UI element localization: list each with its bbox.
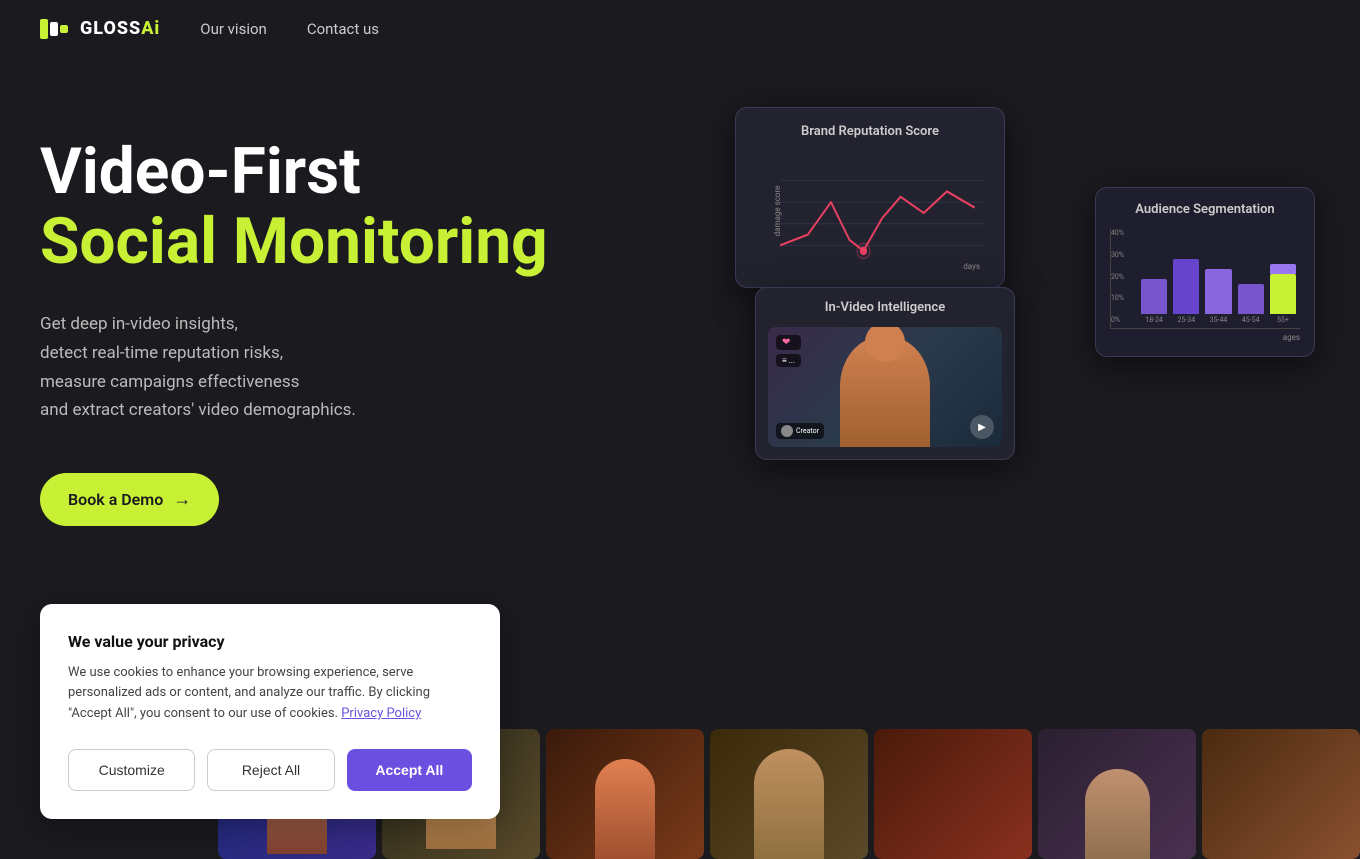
ages-label: ages: [1110, 333, 1300, 342]
hero-text: Video-First Social Monitoring Get deep i…: [40, 117, 600, 577]
arrow-icon: →: [173, 489, 191, 510]
hero-section: Video-First Social Monitoring Get deep i…: [0, 57, 1360, 617]
video-heart-tag: ❤: [776, 335, 801, 350]
play-icon: ▶: [978, 422, 986, 433]
video-text-tag: ≡ ...: [776, 354, 801, 367]
bar-25-34: 25-34: [1173, 259, 1199, 324]
thumbnail-5[interactable]: [874, 729, 1032, 859]
thumbnail-7[interactable]: [1202, 729, 1360, 859]
nav-contact-us[interactable]: Contact us: [307, 20, 379, 38]
privacy-policy-link[interactable]: Privacy Policy: [341, 706, 421, 721]
logo[interactable]: GLOSSAi: [40, 18, 160, 39]
navbar: GLOSSAi Our vision Contact us: [0, 0, 1360, 57]
cookie-text: We use cookies to enhance your browsing …: [68, 663, 472, 725]
in-video-card: In-Video Intelligence ❤ ≡ ...: [755, 287, 1015, 460]
brand-score-card: Brand Reputation Score damage score: [735, 107, 1005, 288]
video-preview: ❤ ≡ ... Creator ▶: [768, 327, 1002, 447]
hero-title-line1: Video-First: [40, 134, 361, 209]
audience-chart: 0% 10% 20% 30% 40% 18-24 25-34: [1110, 229, 1300, 329]
thumbnail-4[interactable]: [710, 729, 868, 859]
bar-45-54: 45-54: [1238, 284, 1264, 324]
bar-35-44: 35-44: [1205, 269, 1231, 324]
brand-score-chart: damage score days: [752, 151, 988, 271]
reject-all-button[interactable]: Reject All: [207, 749, 334, 791]
dashboard-wrapper: Brand Reputation Score damage score: [735, 107, 1185, 507]
audience-title: Audience Segmentation: [1110, 202, 1300, 217]
video-play-button[interactable]: ▶: [970, 415, 994, 439]
brand-score-title: Brand Reputation Score: [752, 124, 988, 139]
thumbnail-6[interactable]: [1038, 729, 1196, 859]
cookie-banner: We value your privacy We use cookies to …: [40, 604, 500, 819]
book-demo-button[interactable]: Book a Demo →: [40, 473, 219, 526]
audience-card: Audience Segmentation 0% 10% 20% 30% 40%…: [1095, 187, 1315, 357]
bar-18-24: 18-24: [1141, 279, 1167, 324]
customize-button[interactable]: Customize: [68, 749, 195, 791]
logo-text: GLOSSAi: [80, 18, 160, 39]
heart-icon: ❤: [782, 337, 790, 348]
in-video-title: In-Video Intelligence: [768, 300, 1002, 315]
cookie-title: We value your privacy: [68, 632, 472, 651]
hero-body: Get deep in-video insights, detect real-…: [40, 310, 600, 426]
cookie-buttons: Customize Reject All Accept All: [68, 749, 472, 791]
x-axis-label: days: [963, 262, 980, 271]
hero-title-line2: Social Monitoring: [40, 204, 548, 279]
video-username: Creator: [796, 427, 819, 435]
accept-all-button[interactable]: Accept All: [347, 749, 472, 791]
bar-55plus: 55+: [1270, 264, 1296, 324]
hero-visuals: Brand Reputation Score damage score: [600, 117, 1320, 577]
y-axis-label: damage score: [773, 186, 782, 237]
thumbnail-3[interactable]: [546, 729, 704, 859]
nav-our-vision[interactable]: Our vision: [200, 20, 267, 38]
